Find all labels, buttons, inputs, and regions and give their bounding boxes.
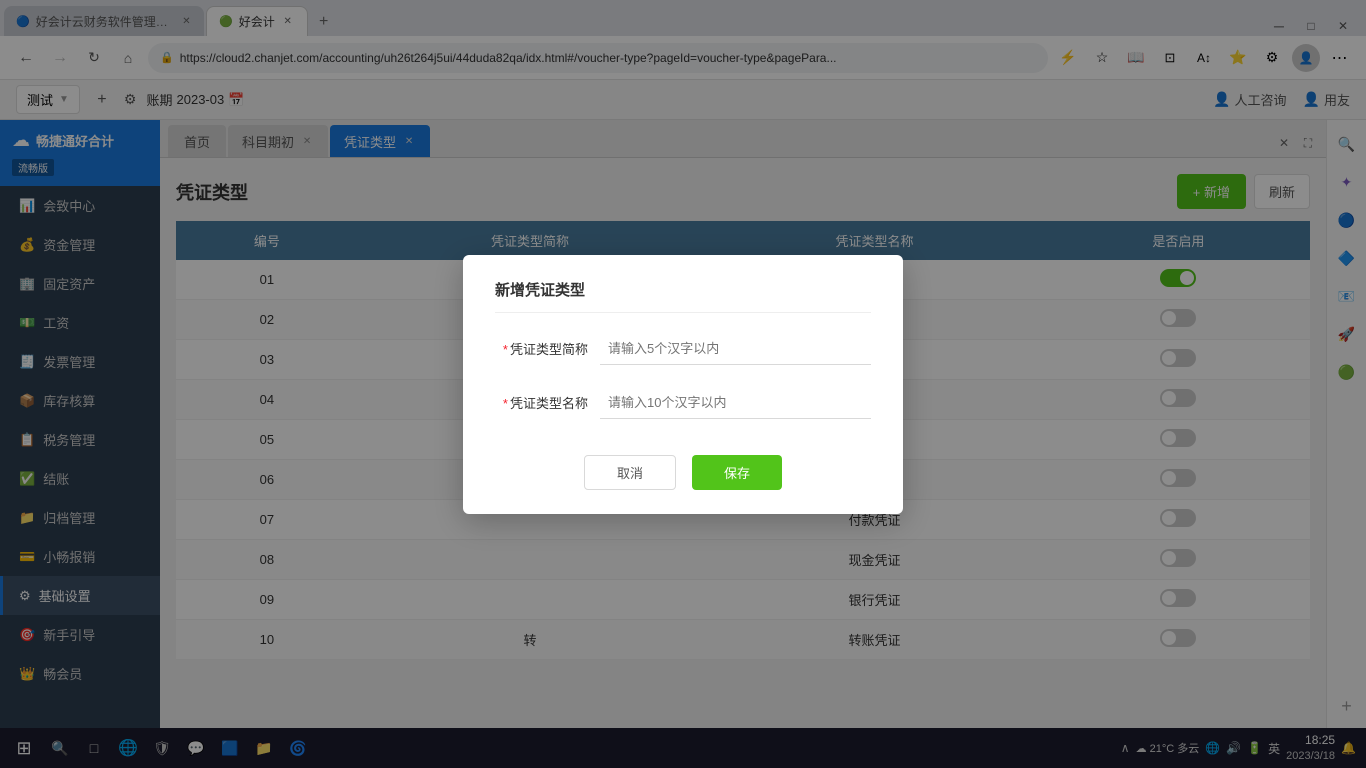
dialog: 新增凭证类型 *凭证类型简称 *凭证类型名称 取消 保存 xyxy=(463,255,903,514)
save-button[interactable]: 保存 xyxy=(692,455,782,490)
required-mark-abbr: * xyxy=(503,342,508,357)
cancel-button[interactable]: 取消 xyxy=(584,455,676,490)
abbr-label: *凭证类型简称 xyxy=(495,339,600,358)
form-row-abbr: *凭证类型简称 xyxy=(495,333,871,365)
form-row-name: *凭证类型名称 xyxy=(495,387,871,419)
dialog-footer: 取消 保存 xyxy=(495,447,871,490)
abbr-input[interactable] xyxy=(600,333,871,365)
name-label: *凭证类型名称 xyxy=(495,393,600,412)
name-input[interactable] xyxy=(600,387,871,419)
required-mark-name: * xyxy=(503,396,508,411)
dialog-title: 新增凭证类型 xyxy=(495,279,871,313)
dialog-overlay: 新增凭证类型 *凭证类型简称 *凭证类型名称 取消 保存 xyxy=(0,0,1366,768)
